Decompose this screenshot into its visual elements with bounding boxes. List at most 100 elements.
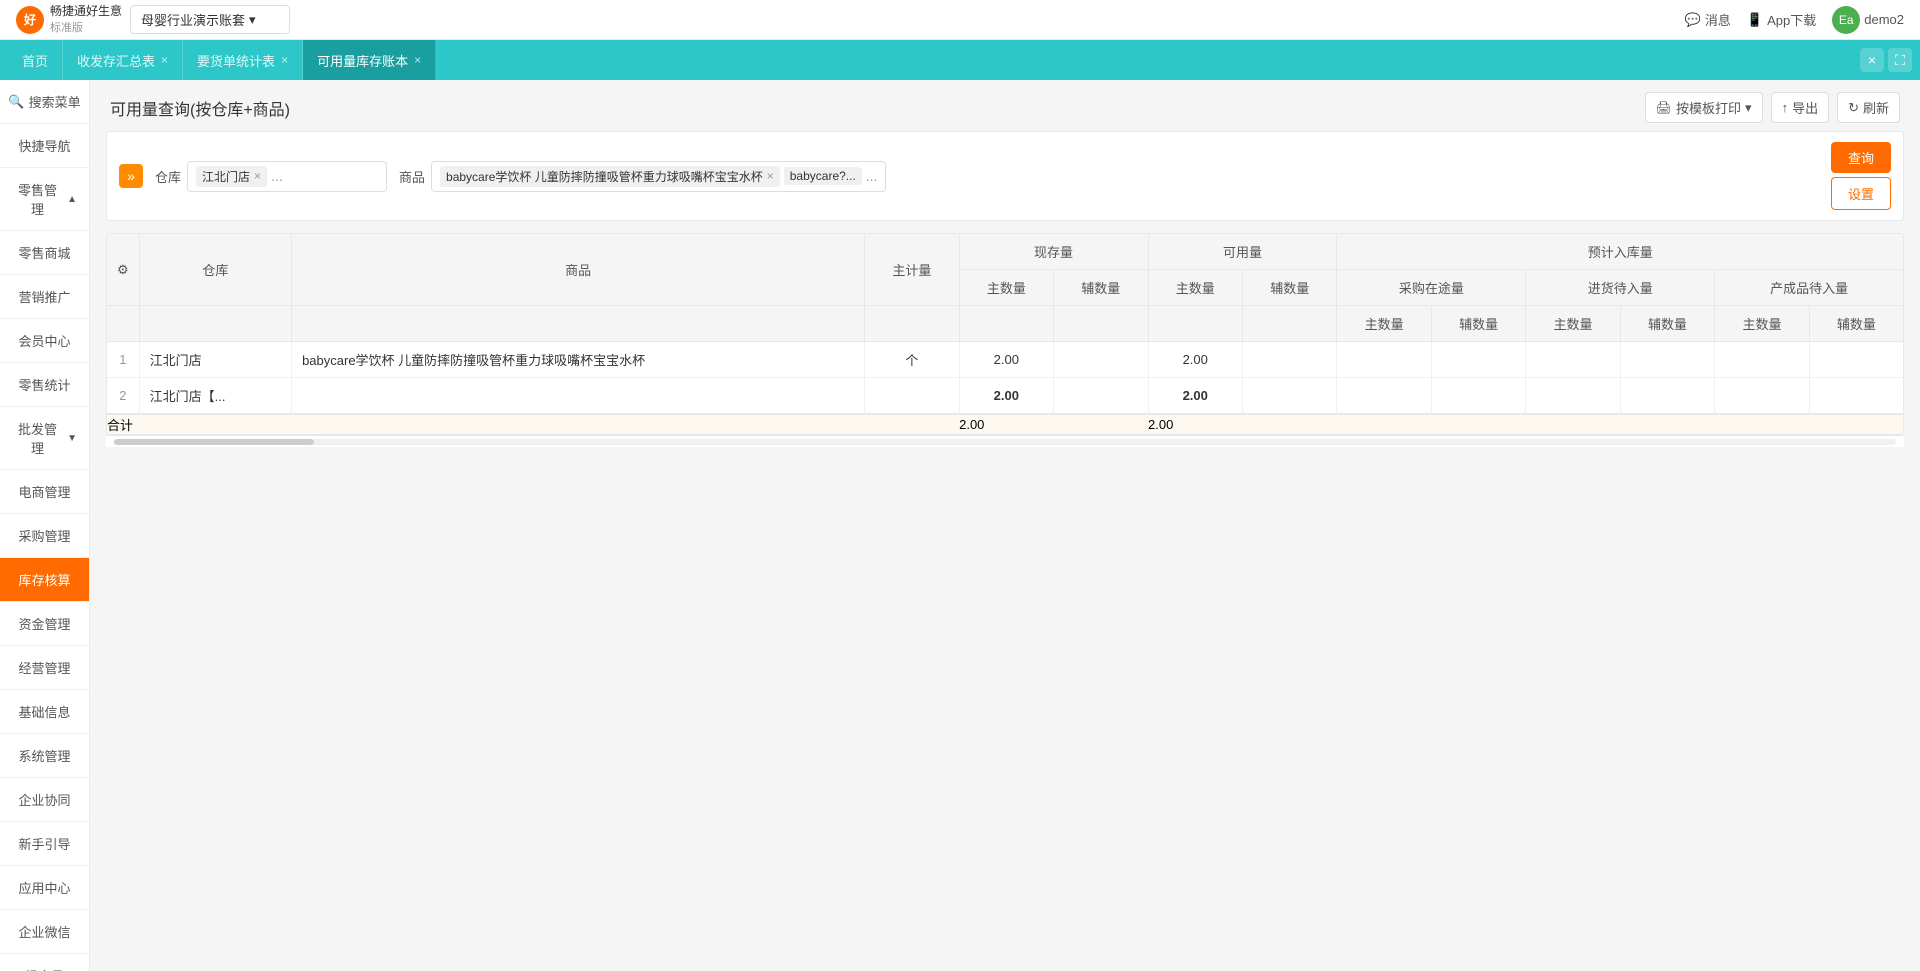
sidebar-item-purchase[interactable]: 采购管理 (0, 514, 89, 558)
th-settings[interactable]: ⚙ (107, 234, 139, 306)
sidebar-item-ecommerce[interactable]: 电商管理 (0, 470, 89, 514)
sidebar-item-basic-info[interactable]: 基础信息 (0, 690, 89, 734)
sidebar: 🔍 搜索菜单 快捷导航 零售管理 ▲ 零售商城 营销推广 会员中心 零售统计 批… (0, 80, 90, 971)
tab-keyongliang-close[interactable]: × (414, 53, 421, 67)
download-label: App下载 (1767, 10, 1816, 29)
th-product-aux: 辅数量 (1809, 306, 1903, 342)
message-btn[interactable]: 💬 消息 (1685, 10, 1731, 29)
sidebar-enterprise-wechat-label: 企业微信 (18, 922, 70, 941)
sidebar-system-label: 系统管理 (18, 746, 70, 765)
tab-shoufacun-close[interactable]: × (161, 53, 168, 67)
product-tag-1-remove[interactable]: × (767, 169, 774, 183)
sidebar-item-wholesale-mgmt[interactable]: 批发管理 ▼ (0, 407, 89, 470)
sidebar-item-enterprise-wechat[interactable]: 企业微信 (0, 910, 89, 954)
row1-product-aux (1809, 342, 1903, 378)
row1-available-aux (1242, 342, 1336, 378)
th-empty-a2 (1242, 306, 1336, 342)
sidebar-item-operations[interactable]: 经营管理 (0, 646, 89, 690)
warehouse-input[interactable]: 江北门店 × ... (187, 161, 387, 192)
template-print-btn[interactable]: 🖨 按模板打印 ▾ (1645, 92, 1763, 123)
app-download-btn[interactable]: 📱 App下载 (1747, 10, 1816, 29)
scroll-track (114, 439, 1896, 445)
th-purchase-main: 主数量 (1337, 306, 1431, 342)
th-empty-product (292, 306, 865, 342)
top-bar: 好 畅捷通好生意 标准版 母婴行业演示账套 ▾ 💬 消息 📱 App下载 Ea … (0, 0, 1920, 40)
row2-product-main (1715, 378, 1809, 415)
sidebar-retail-stats-label: 零售统计 (18, 375, 70, 394)
row2-stock-main: 2.00 (959, 378, 1053, 415)
sidebar-item-retail-stats[interactable]: 零售统计 (0, 363, 89, 407)
horizontal-scrollbar[interactable] (106, 435, 1904, 447)
summary-stock-main: 2.00 (959, 414, 1053, 434)
scroll-thumb[interactable] (114, 439, 314, 445)
row2-unit (865, 378, 959, 415)
sidebar-item-newbie[interactable]: 新手引导 (0, 822, 89, 866)
sidebar-item-system[interactable]: 系统管理 (0, 734, 89, 778)
logo-text-area: 畅捷通好生意 标准版 (50, 4, 122, 36)
th-arrival-main: 主数量 (1526, 306, 1620, 342)
tab-home[interactable]: 首页 (8, 40, 63, 80)
summary-product-aux (1809, 414, 1903, 434)
fullscreen-btn[interactable]: ⛶ (1888, 48, 1912, 72)
tab-keyongliang[interactable]: 可用量库存账本 × (303, 40, 436, 80)
sidebar-member-label: 会员中心 (18, 331, 70, 350)
warehouse-more-icon[interactable]: ... (271, 168, 283, 184)
row2-purchase-main (1337, 378, 1431, 415)
page-header: 可用量查询(按仓库+商品) 🖨 按模板打印 ▾ ↑ 导出 ↻ 刷新 (90, 80, 1920, 131)
expand-icon: » (127, 168, 135, 184)
message-icon: 💬 (1685, 12, 1701, 28)
tab-keyongliang-label: 可用量库存账本 (317, 51, 408, 70)
logo-text: 畅捷通好生意 (50, 4, 122, 20)
row1-product: babycare学饮杯 儿童防摔防撞吸管杯重力球吸嘴杯宝宝水杯 (292, 342, 865, 378)
th-stock-main: 主数量 (959, 270, 1053, 306)
row1-num: 1 (107, 342, 139, 378)
industry-select[interactable]: 母婴行业演示账套 ▾ (130, 5, 290, 34)
sidebar-item-finance[interactable]: 资金管理 (0, 602, 89, 646)
row2-purchase-aux (1431, 378, 1525, 415)
top-bar-right: 💬 消息 📱 App下载 Ea demo2 (1685, 6, 1904, 34)
filter-toggle-btn[interactable]: » (119, 164, 143, 188)
summary-arrival-aux (1620, 414, 1714, 434)
th-arrival-aux: 辅数量 (1620, 306, 1714, 342)
sidebar-item-retail-mgmt[interactable]: 零售管理 ▲ (0, 168, 89, 231)
product-filter: 商品 babycare学饮杯 儿童防摔防撞吸管杯重力球吸嘴杯宝宝水杯 × bab… (399, 161, 886, 192)
th-warehouse: 仓库 (139, 234, 291, 306)
sidebar-item-vip-member[interactable]: 畅会员 (0, 954, 89, 971)
refresh-btn[interactable]: ↻ 刷新 (1837, 92, 1900, 123)
row2-available-aux (1242, 378, 1336, 415)
close-window-btn[interactable]: × (1860, 48, 1884, 72)
tab-yaohuo-label: 要货单统计表 (197, 51, 275, 70)
sidebar-item-marketing[interactable]: 营销推广 (0, 275, 89, 319)
th-empty-settings (107, 306, 139, 342)
settings-btn[interactable]: 设置 (1831, 177, 1891, 210)
sidebar-search-label: 搜索菜单 (29, 92, 81, 111)
export-btn[interactable]: ↑ 导出 (1771, 92, 1830, 123)
sidebar-item-quick-nav[interactable]: 快捷导航 (0, 124, 89, 168)
sidebar-item-retail-mall[interactable]: 零售商城 (0, 231, 89, 275)
user-area[interactable]: Ea demo2 (1832, 6, 1904, 34)
sidebar-item-member[interactable]: 会员中心 (0, 319, 89, 363)
sidebar-newbie-label: 新手引导 (18, 834, 70, 853)
sidebar-item-search[interactable]: 🔍 搜索菜单 (0, 80, 89, 124)
summary-available-aux (1242, 414, 1336, 434)
tab-yaohuo[interactable]: 要货单统计表 × (183, 40, 303, 80)
template-chevron-icon: ▾ (1745, 100, 1752, 116)
tab-shoufacun[interactable]: 收发存汇总表 × (63, 40, 183, 80)
query-btn[interactable]: 查询 (1831, 142, 1891, 173)
row2-arrival-aux (1620, 378, 1714, 415)
th-empty-a1 (1148, 306, 1242, 342)
refresh-icon: ↻ (1848, 100, 1859, 116)
logo-icon: 好 (16, 6, 44, 34)
product-more-icon[interactable]: ... (866, 168, 878, 184)
product-input[interactable]: babycare学饮杯 儿童防摔防撞吸管杯重力球吸嘴杯宝宝水杯 × babyca… (431, 161, 886, 192)
tab-yaohuo-close[interactable]: × (281, 53, 288, 67)
product-tag-1-text: babycare学饮杯 儿童防摔防撞吸管杯重力球吸嘴杯宝宝水杯 (446, 168, 763, 185)
th-empty-warehouse (139, 306, 291, 342)
warehouse-tag-remove[interactable]: × (254, 169, 261, 183)
search-icon: 🔍 (8, 94, 24, 110)
print-icon: 🖨 (1656, 100, 1673, 116)
sidebar-item-app-center[interactable]: 应用中心 (0, 866, 89, 910)
sidebar-item-enterprise[interactable]: 企业协同 (0, 778, 89, 822)
th-available-main: 主数量 (1148, 270, 1242, 306)
sidebar-item-inventory[interactable]: 库存核算 (0, 558, 89, 602)
